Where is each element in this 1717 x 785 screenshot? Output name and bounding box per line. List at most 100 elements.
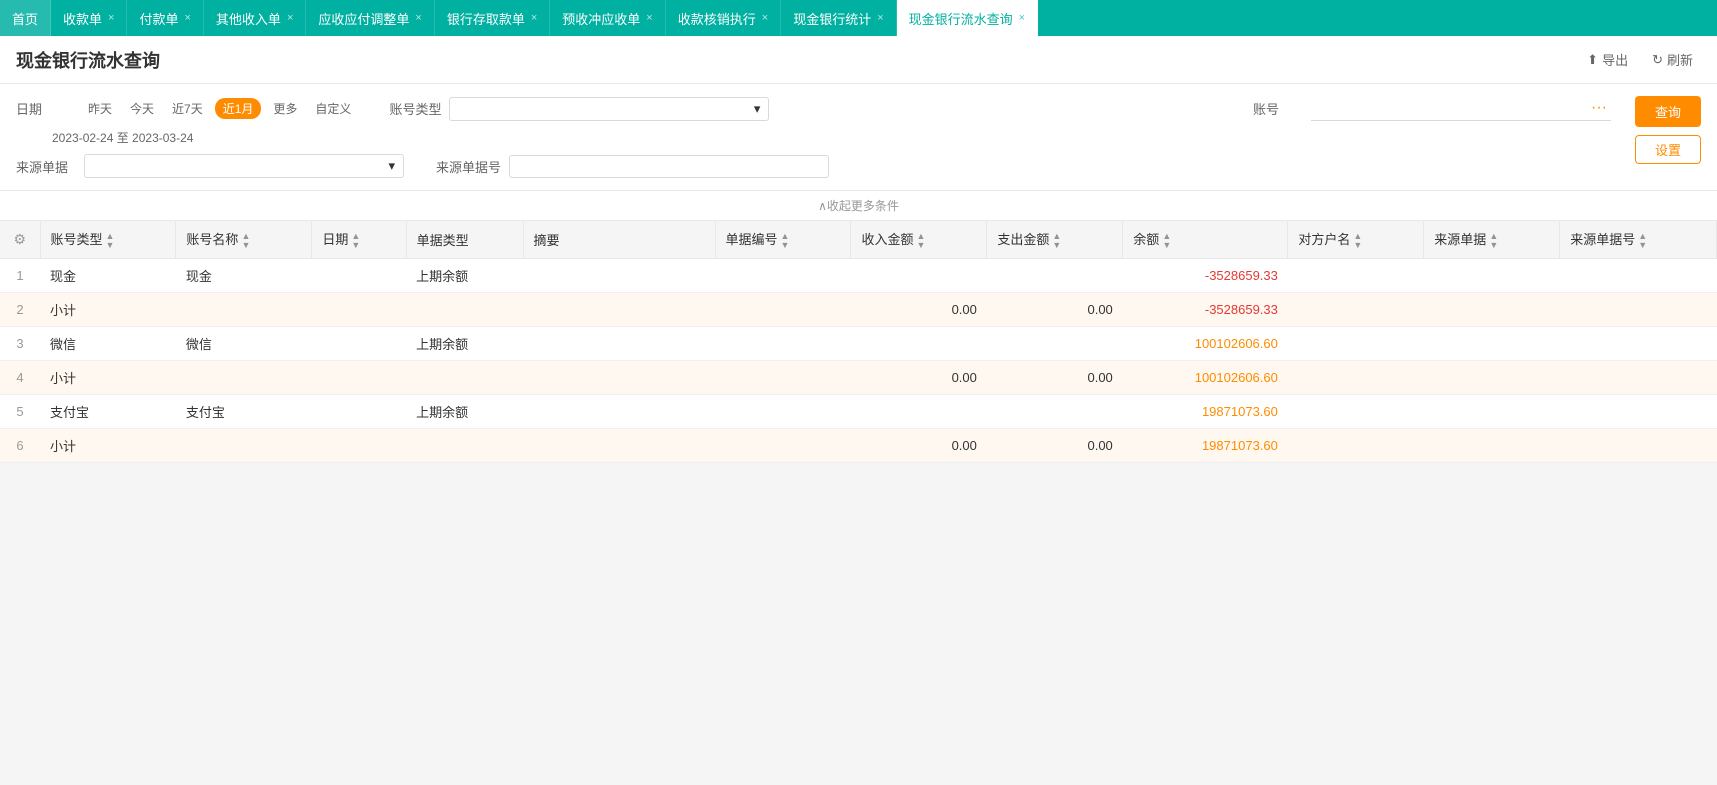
row-income (851, 394, 987, 428)
column-source-doc-no[interactable]: 来源单据号▲▼ (1560, 221, 1717, 258)
row-account-type: 小计 (40, 292, 176, 326)
row-doc-no (715, 394, 851, 428)
date-more[interactable]: 更多 (267, 98, 303, 119)
nav-tab-bank-flow-close[interactable]: × (1019, 12, 1025, 24)
settings-button[interactable]: 设置 (1635, 135, 1701, 164)
row-index: 2 (0, 292, 40, 326)
row-counterparty (1288, 326, 1424, 360)
row-balance: 100102606.60 (1123, 360, 1288, 394)
nav-tab-adjustments-close[interactable]: × (415, 12, 421, 24)
nav-tab-bank-stats-label: 现金银行统计 (793, 9, 871, 28)
filter-area: 日期 昨天 今天 近7天 近1月 更多 自定义 账号类型 ▾ (0, 84, 1717, 191)
export-button[interactable]: ⬆ 导出 (1579, 46, 1636, 73)
column-expense[interactable]: 支出金额▲▼ (987, 221, 1123, 258)
column-income[interactable]: 收入金额▲▼ (851, 221, 987, 258)
table-body: 1 现金 现金 上期余额 -3528659.33 2 小计 0.00 0.00 … (0, 258, 1717, 462)
nav-tab-bank-deposit-label: 银行存取款单 (447, 9, 525, 28)
column-counterparty[interactable]: 对方户名▲▼ (1288, 221, 1424, 258)
account-type-select[interactable]: ▾ (449, 97, 769, 121)
row-income: 0.00 (851, 292, 987, 326)
row-counterparty (1288, 292, 1424, 326)
collapse-up-icon: ∧ (818, 199, 827, 213)
date-7days[interactable]: 近7天 (166, 98, 209, 119)
account-input[interactable]: ··· (1311, 96, 1611, 121)
date-filter-label: 日期 (16, 99, 66, 118)
column-account-name[interactable]: 账号名称▲▼ (176, 221, 312, 258)
row-doc-type: 上期余额 (406, 258, 523, 292)
row-account-name: 支付宝 (176, 394, 312, 428)
nav-tab-receipts-close[interactable]: × (108, 12, 114, 24)
row-doc-type (406, 428, 523, 462)
nav-tab-bank-deposit[interactable]: 银行存取款单 × (435, 0, 550, 36)
settings-gear-icon[interactable]: ⚙ (13, 231, 26, 247)
row-account-type: 小计 (40, 428, 176, 462)
account-dots-icon[interactable]: ··· (1587, 99, 1611, 117)
nav-tab-other-income[interactable]: 其他收入单 × (204, 0, 306, 36)
row-account-type: 小计 (40, 360, 176, 394)
nav-tab-prepay-label: 预收冲应收单 (562, 9, 640, 28)
row-income (851, 258, 987, 292)
refresh-icon: ↻ (1652, 52, 1663, 68)
table-row: 3 微信 微信 上期余额 100102606.60 (0, 326, 1717, 360)
source-doc-no-input[interactable] (509, 155, 829, 178)
nav-tab-verify-close[interactable]: × (762, 12, 768, 24)
column-balance[interactable]: 余额▲▼ (1123, 221, 1288, 258)
row-date (312, 258, 406, 292)
nav-tab-bank-stats-close[interactable]: × (877, 12, 883, 24)
column-source-doc[interactable]: 来源单据▲▼ (1424, 221, 1560, 258)
row-account-type: 现金 (40, 258, 176, 292)
nav-tab-bank-deposit-close[interactable]: × (531, 12, 537, 24)
column-date[interactable]: 日期▲▼ (312, 221, 406, 258)
query-button[interactable]: 查询 (1635, 96, 1701, 127)
row-account-type: 支付宝 (40, 394, 176, 428)
table-row: 5 支付宝 支付宝 上期余额 19871073.60 (0, 394, 1717, 428)
nav-tab-payments[interactable]: 付款单 × (127, 0, 203, 36)
date-custom[interactable]: 自定义 (309, 98, 357, 119)
column-doc-type[interactable]: 单据类型 (406, 221, 523, 258)
nav-tab-bank-flow[interactable]: 现金银行流水查询 × (897, 0, 1038, 36)
row-account-type: 微信 (40, 326, 176, 360)
source-doc-select[interactable]: ▾ (84, 154, 404, 178)
account-type-chevron-icon: ▾ (754, 101, 761, 117)
collapse-label: 收起更多条件 (827, 197, 899, 214)
table-row: 6 小计 0.00 0.00 19871073.60 (0, 428, 1717, 462)
row-summary (523, 360, 715, 394)
column-settings[interactable]: ⚙ (0, 221, 40, 258)
row-balance: 19871073.60 (1123, 428, 1288, 462)
row-expense (987, 258, 1123, 292)
row-expense: 0.00 (987, 360, 1123, 394)
row-doc-type (406, 292, 523, 326)
row-summary (523, 428, 715, 462)
nav-tab-other-income-close[interactable]: × (287, 12, 293, 24)
date-1month[interactable]: 近1月 (215, 98, 262, 119)
source-doc-label: 来源单据 (16, 157, 68, 176)
nav-tab-home[interactable]: 首页 (0, 0, 51, 36)
nav-tab-verify[interactable]: 收款核销执行 × (666, 0, 781, 36)
refresh-button[interactable]: ↻ 刷新 (1644, 46, 1701, 73)
row-account-name (176, 292, 312, 326)
row-doc-no (715, 428, 851, 462)
nav-tab-payments-close[interactable]: × (184, 12, 190, 24)
column-account-type[interactable]: 账号类型▲▼ (40, 221, 176, 258)
row-summary (523, 292, 715, 326)
table-row: 4 小计 0.00 0.00 100102606.60 (0, 360, 1717, 394)
nav-tab-bank-stats[interactable]: 现金银行统计 × (781, 0, 896, 36)
nav-tab-prepay-close[interactable]: × (646, 12, 652, 24)
row-expense (987, 394, 1123, 428)
collapse-filter-row[interactable]: ∧ 收起更多条件 (0, 191, 1717, 221)
nav-tab-prepay[interactable]: 预收冲应收单 × (550, 0, 665, 36)
row-source-doc (1424, 326, 1560, 360)
row-date (312, 394, 406, 428)
column-doc-no[interactable]: 单据编号▲▼ (715, 221, 851, 258)
nav-tab-receipts[interactable]: 收款单 × (51, 0, 127, 36)
date-today[interactable]: 今天 (124, 98, 160, 119)
row-source-doc (1424, 428, 1560, 462)
date-yesterday[interactable]: 昨天 (82, 98, 118, 119)
refresh-label: 刷新 (1667, 50, 1693, 69)
row-source-doc-no (1560, 326, 1717, 360)
nav-tab-adjustments[interactable]: 应收应付调整单 × (306, 0, 434, 36)
source-doc-filter-row: 来源单据 ▾ 来源单据号 (16, 154, 1611, 178)
column-summary[interactable]: 摘要 (523, 221, 715, 258)
row-summary (523, 258, 715, 292)
row-source-doc-no (1560, 360, 1717, 394)
